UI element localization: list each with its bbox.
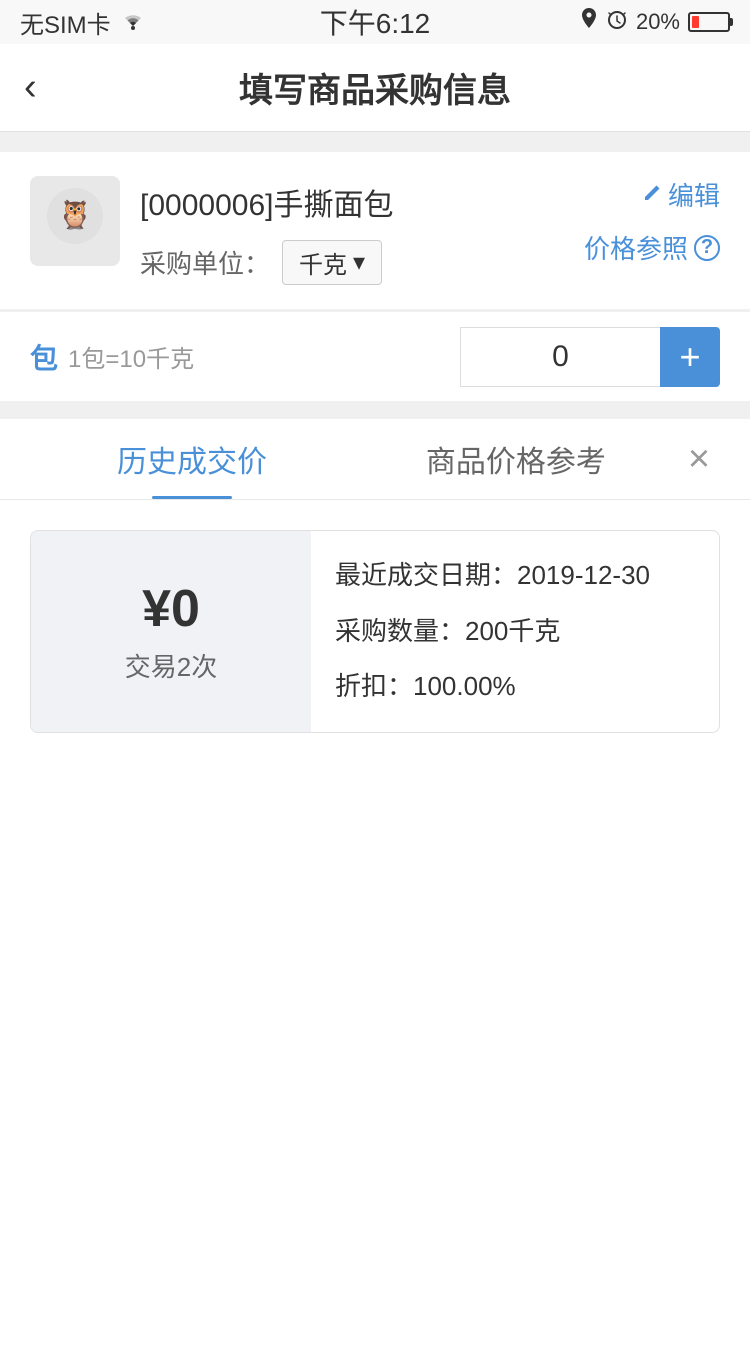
product-card: 🦉 [0000006]手撕面包 采购单位： 千克 ▾ [0,152,750,309]
edit-link[interactable]: 编辑 [642,176,720,213]
unit-value: 千克 [299,245,347,280]
time-display: 下午6:12 [320,2,431,42]
wifi-icon [119,8,147,37]
product-info: [0000006]手撕面包 采购单位： 千克 ▾ [140,176,393,285]
unit-select-dropdown[interactable]: 千克 ▾ [282,240,382,285]
discount-row: 折扣：100.00% [335,666,695,708]
status-right: 20% [580,8,730,36]
tab-product-price-ref[interactable]: 商品价格参考 [354,419,678,499]
discount-value: 100.00% [413,671,516,701]
price-ref-label: 价格参照 [584,229,688,266]
price-symbol: ¥ [142,580,171,638]
product-left: 🦉 [0000006]手撕面包 采购单位： 千克 ▾ [30,176,393,285]
product-unit-row: 采购单位： 千克 ▾ [140,240,393,285]
back-button[interactable]: ‹ [24,66,37,109]
tabs-bar: 历史成交价 商品价格参考 × [0,419,750,500]
history-card: ¥0 交易2次 最近成交日期：2019-12-30 采购数量：200千克 折扣：… [30,530,720,733]
nav-bar: ‹ 填写商品采购信息 [0,44,750,132]
purchase-qty-value: 200千克 [465,616,560,646]
status-left: 无SIM卡 [20,5,147,40]
recent-date-row: 最近成交日期：2019-12-30 [335,555,695,597]
discount-label: 折扣： [335,671,413,701]
quantity-plus-button[interactable]: + [660,327,720,387]
product-image: 🦉 [30,176,120,266]
history-price-value: ¥0 [142,579,200,639]
recent-date-label: 最近成交日期： [335,560,517,590]
purchase-qty-label: 采购数量： [335,616,465,646]
history-details-panel: 最近成交日期：2019-12-30 采购数量：200千克 折扣：100.00% [311,531,719,732]
location-icon [580,8,598,36]
edit-label: 编辑 [668,176,720,213]
purchase-qty-row: 采购数量：200千克 [335,611,695,653]
price-number: 0 [171,580,200,638]
alarm-icon [606,8,628,36]
tabs-close-button[interactable]: × [678,438,720,481]
tab-active-indicator [152,496,232,499]
product-name: [0000006]手撕面包 [140,180,393,224]
tab-history-label: 历史成交价 [117,437,267,481]
tab-price-ref-label: 商品价格参考 [426,437,606,481]
status-bar: 无SIM卡 下午6:12 20% [0,0,750,44]
product-header: 🦉 [0000006]手撕面包 采购单位： 千克 ▾ [30,176,720,285]
battery-icon [688,12,730,32]
tab-history-price[interactable]: 历史成交价 [30,419,354,499]
unit-label: 采购单位： [140,244,270,281]
product-thumbnail: 🦉 [45,186,105,256]
price-ref-link[interactable]: 价格参照 ? [584,229,720,266]
dropdown-arrow-icon: ▾ [353,248,365,277]
quantity-unit-hint: 1包=10千克 [68,339,194,374]
battery-percent: 20% [636,9,680,35]
recent-date-value: 2019-12-30 [517,560,650,590]
edit-icon [642,179,664,210]
price-ref-help-icon: ? [694,235,720,261]
trade-count: 交易2次 [125,647,217,684]
quantity-controls: + [460,327,720,387]
carrier-text: 无SIM卡 [20,5,111,40]
quantity-label: 包 1包=10千克 [30,337,194,377]
quantity-row: 包 1包=10千克 + [0,311,750,401]
page-title: 填写商品采购信息 [239,63,511,112]
quantity-unit-icon: 包 [30,337,58,377]
main-content-area [0,753,750,1353]
history-section: ¥0 交易2次 最近成交日期：2019-12-30 采购数量：200千克 折扣：… [0,500,750,753]
quantity-input[interactable] [460,327,660,387]
svg-text:🦉: 🦉 [58,199,93,231]
history-price-panel: ¥0 交易2次 [31,531,311,732]
